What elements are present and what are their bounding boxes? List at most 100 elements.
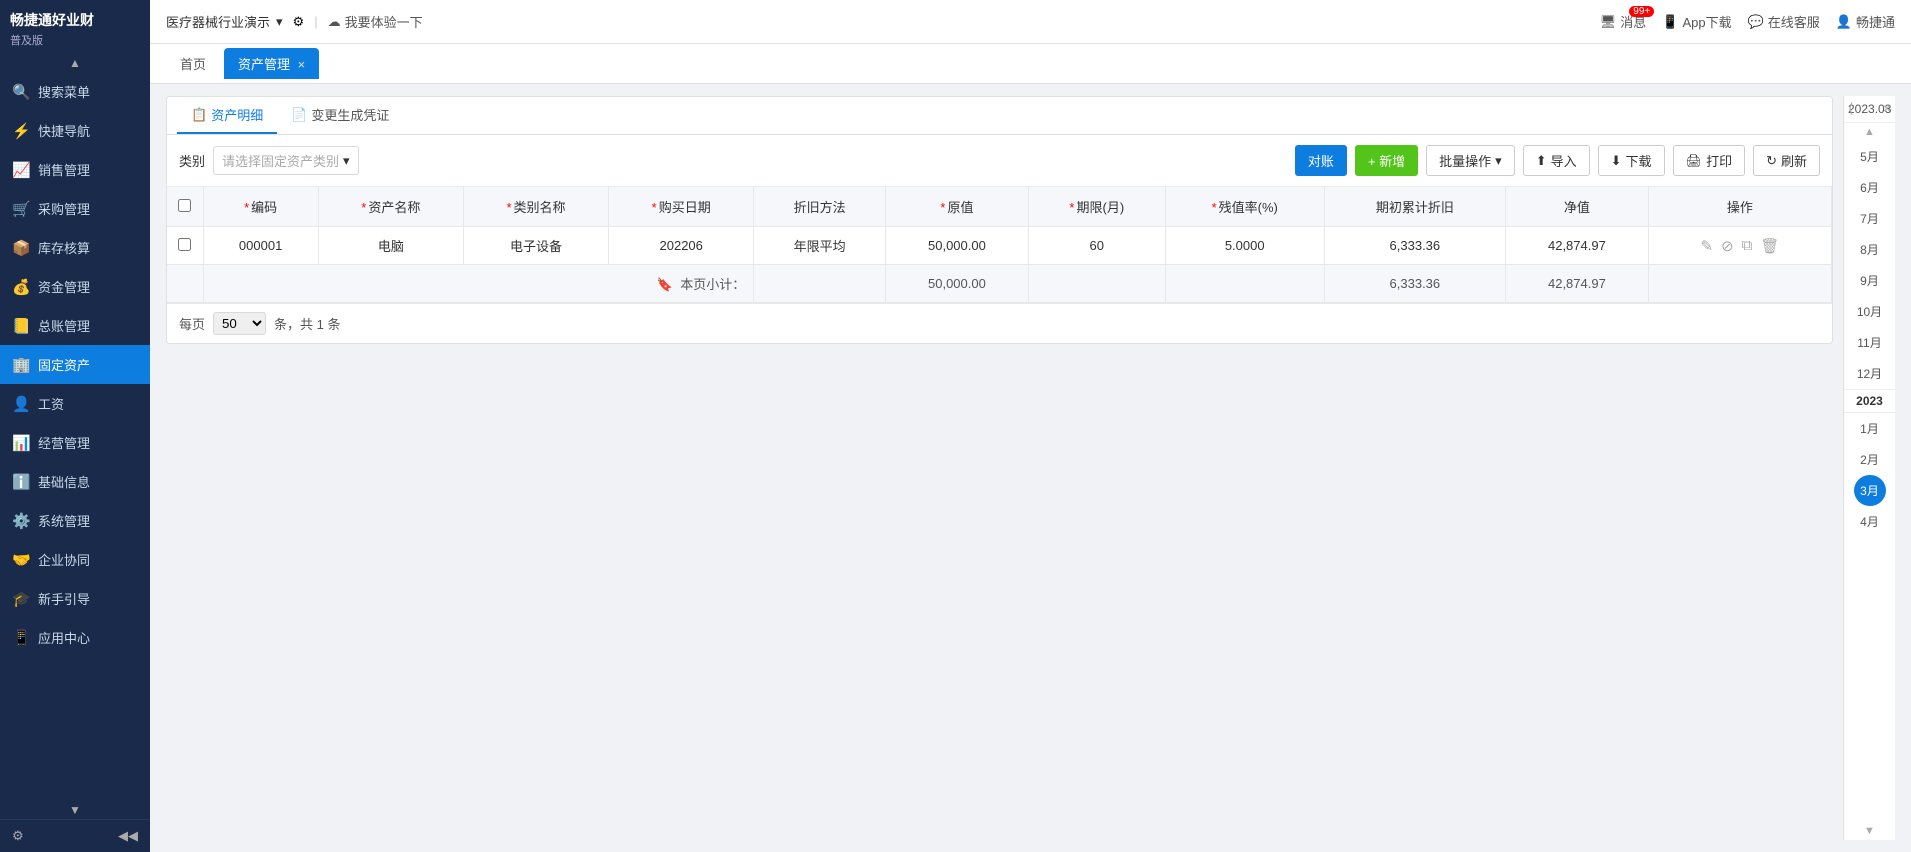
nav-label-8: 工资 [38, 394, 64, 413]
notification-button[interactable]: 🖥 消息 99+ [1600, 12, 1647, 31]
nav-icon-1: ⚡ [12, 122, 30, 140]
cal-month-2023-3[interactable]: 4月 [1844, 506, 1895, 537]
sidebar-scroll-down[interactable]: ▼ [0, 801, 150, 819]
sidebar-item-1[interactable]: ⚡ 快捷导航 [0, 111, 150, 150]
tab-close-icon[interactable]: × [298, 57, 306, 72]
sidebar-item-11[interactable]: ⚙️系统管理 [0, 501, 150, 540]
sidebar-item-12[interactable]: 🤝企业协同 [0, 540, 150, 579]
cal-month-2022-1[interactable]: 6月 [1844, 172, 1895, 203]
app-edition: 普及版 [10, 32, 43, 48]
cal-month-2022-6[interactable]: 11月 [1844, 327, 1895, 358]
sidebar-item-3[interactable]: 🛒采购管理 [0, 189, 150, 228]
toolbar-left: 类别 请选择固定资产类别 ▾ [179, 146, 1287, 175]
subtotal-original-value: 50,000.00 [886, 265, 1029, 303]
company-selector[interactable]: 医疗器械行业演示 ▾ [166, 12, 283, 31]
col-period: *期限(月) [1028, 187, 1165, 227]
sidebar-scroll-up[interactable]: ▲ [0, 54, 150, 72]
select-all-checkbox[interactable] [178, 199, 191, 212]
panel-expand-icon[interactable]: ⟨ [1848, 100, 1853, 117]
edit-icon[interactable]: ✎ [1700, 237, 1713, 255]
cal-month-2023-1[interactable]: 2月 [1844, 444, 1895, 475]
subtotal-label: 本页小计： [680, 277, 745, 292]
sidebar-item-4[interactable]: 📦 库存核算 [0, 228, 150, 267]
sidebar-item-7[interactable]: 🏢固定资产 [0, 345, 150, 384]
app-download-label: App下载 [1682, 12, 1731, 31]
nav-label-5: 资金管理 [38, 277, 90, 296]
print-button[interactable]: 🖨 打印 [1673, 145, 1746, 176]
nav-icon-4: 📦 [12, 239, 30, 257]
user-icon: 👤 [1836, 14, 1852, 30]
nav-label-4: 库存核算 [38, 238, 90, 257]
calendar-months: 5月6月7月8月9月10月11月12月20231月2月3月4月 [1844, 141, 1895, 822]
cal-month-2022-7[interactable]: 12月 [1844, 358, 1895, 389]
batch-dropdown-icon: ▾ [1495, 153, 1502, 169]
app-download-button[interactable]: 📱 App下载 [1662, 12, 1731, 31]
cal-month-2022-0[interactable]: 5月 [1844, 141, 1895, 172]
delete-icon[interactable]: 🗑 [1760, 237, 1779, 255]
import-icon: ⬆ [1536, 153, 1547, 169]
nav-label-6: 总账管理 [38, 316, 90, 335]
refresh-button[interactable]: ↻ 刷新 [1753, 145, 1820, 176]
download-button[interactable]: ⬇ 下载 [1598, 145, 1665, 176]
per-page-select[interactable]: 50 100 200 [213, 312, 266, 335]
panel-close-icon[interactable]: × [1883, 100, 1891, 116]
nav-label-13: 新手引导 [38, 589, 90, 608]
online-service-button[interactable]: 💬 在线客服 [1748, 12, 1820, 31]
nav-label-10: 基础信息 [38, 472, 90, 491]
sub-tab-asset-detail[interactable]: 📋 资产明细 [177, 97, 277, 134]
batch-button[interactable]: 批量操作 ▾ [1426, 145, 1515, 176]
sidebar-item-0[interactable]: 🔍搜索菜单 [0, 72, 150, 111]
nav-label-11: 系统管理 [38, 511, 90, 530]
nav-icon-9: 📊 [12, 434, 30, 452]
gear-icon[interactable]: ⚙ [293, 14, 305, 30]
row-checkbox[interactable] [178, 238, 191, 251]
cal-month-2022-2[interactable]: 7月 [1844, 203, 1895, 234]
sidebar-item-5[interactable]: 💰 资金管理 [0, 267, 150, 306]
cell-depreciation-method: 年限平均 [754, 227, 886, 265]
add-button[interactable]: + 新增 [1355, 145, 1418, 176]
sidebar-item-9[interactable]: 📊 经营管理 [0, 423, 150, 462]
per-page-label: 每页 [179, 314, 205, 333]
sub-tab-change-voucher[interactable]: 📄 变更生成凭证 [277, 97, 403, 134]
import-button[interactable]: ⬆ 导入 [1523, 145, 1590, 176]
refresh-icon: ↻ [1766, 153, 1777, 169]
sidebar-item-8[interactable]: 👤工资 [0, 384, 150, 423]
nav-label-9: 经营管理 [38, 433, 90, 452]
nav-label-1: 快捷导航 [38, 121, 90, 140]
calendar-scroll-down[interactable]: ▼ [1844, 822, 1895, 840]
cal-month-2023-0[interactable]: 1月 [1844, 413, 1895, 444]
tab-asset-management[interactable]: 资产管理 × [224, 48, 319, 79]
user-button[interactable]: 👤 畅捷通 [1836, 12, 1895, 31]
collapse-icon[interactable]: ◀◀ [118, 828, 138, 844]
cell-name: 电脑 [318, 227, 463, 265]
experience-button[interactable]: ☁ 我要体验一下 [328, 12, 423, 31]
sidebar-item-10[interactable]: ℹ️基础信息 [0, 462, 150, 501]
settings-icon[interactable]: ⚙ [12, 828, 24, 844]
cal-month-2022-3[interactable]: 8月 [1844, 234, 1895, 265]
sidebar-item-13[interactable]: 🎓新手引导 [0, 579, 150, 618]
duizhang-button[interactable]: 对账 [1295, 145, 1347, 176]
tab-home[interactable]: 首页 [166, 48, 220, 79]
category-select[interactable]: 请选择固定资产类别 ▾ [213, 146, 359, 175]
subtotal-row: 🔖 本页小计： 50,000.00 6,333.36 42,874.97 [167, 265, 1832, 303]
col-action: 操作 [1648, 187, 1831, 227]
cal-month-2022-4[interactable]: 9月 [1844, 265, 1895, 296]
cal-month-2023-2[interactable]: 3月 [1854, 475, 1886, 506]
app-download-icon: 📱 [1662, 14, 1678, 30]
right-panel: ⟨ × 2023.03 ▲ 5月6月7月8月9月10月11月12月20231月2… [1843, 96, 1895, 840]
sidebar-logo: 畅捷通好业财 普及版 [0, 0, 150, 54]
copy-icon[interactable]: ⧉ [1742, 237, 1753, 255]
sidebar-item-2[interactable]: 📈销售管理 [0, 150, 150, 189]
nav-label-0: 搜索菜单 [38, 82, 90, 101]
sidebar-item-6[interactable]: 📒总账管理 [0, 306, 150, 345]
calendar-scroll-up[interactable]: ▲ [1844, 123, 1895, 141]
cell-purchase-date: 202206 [609, 227, 754, 265]
deactivate-icon[interactable]: ⊘ [1721, 237, 1734, 255]
nav-icon-5: 💰 [12, 278, 30, 296]
notification-icon: 🖥 [1600, 14, 1617, 30]
cal-month-2022-5[interactable]: 10月 [1844, 296, 1895, 327]
sidebar-item-14[interactable]: 📱应用中心 [0, 618, 150, 657]
nav-label-12: 企业协同 [38, 550, 90, 569]
col-name: *资产名称 [318, 187, 463, 227]
sub-tabs: 📋 资产明细 📄 变更生成凭证 [167, 97, 1832, 135]
